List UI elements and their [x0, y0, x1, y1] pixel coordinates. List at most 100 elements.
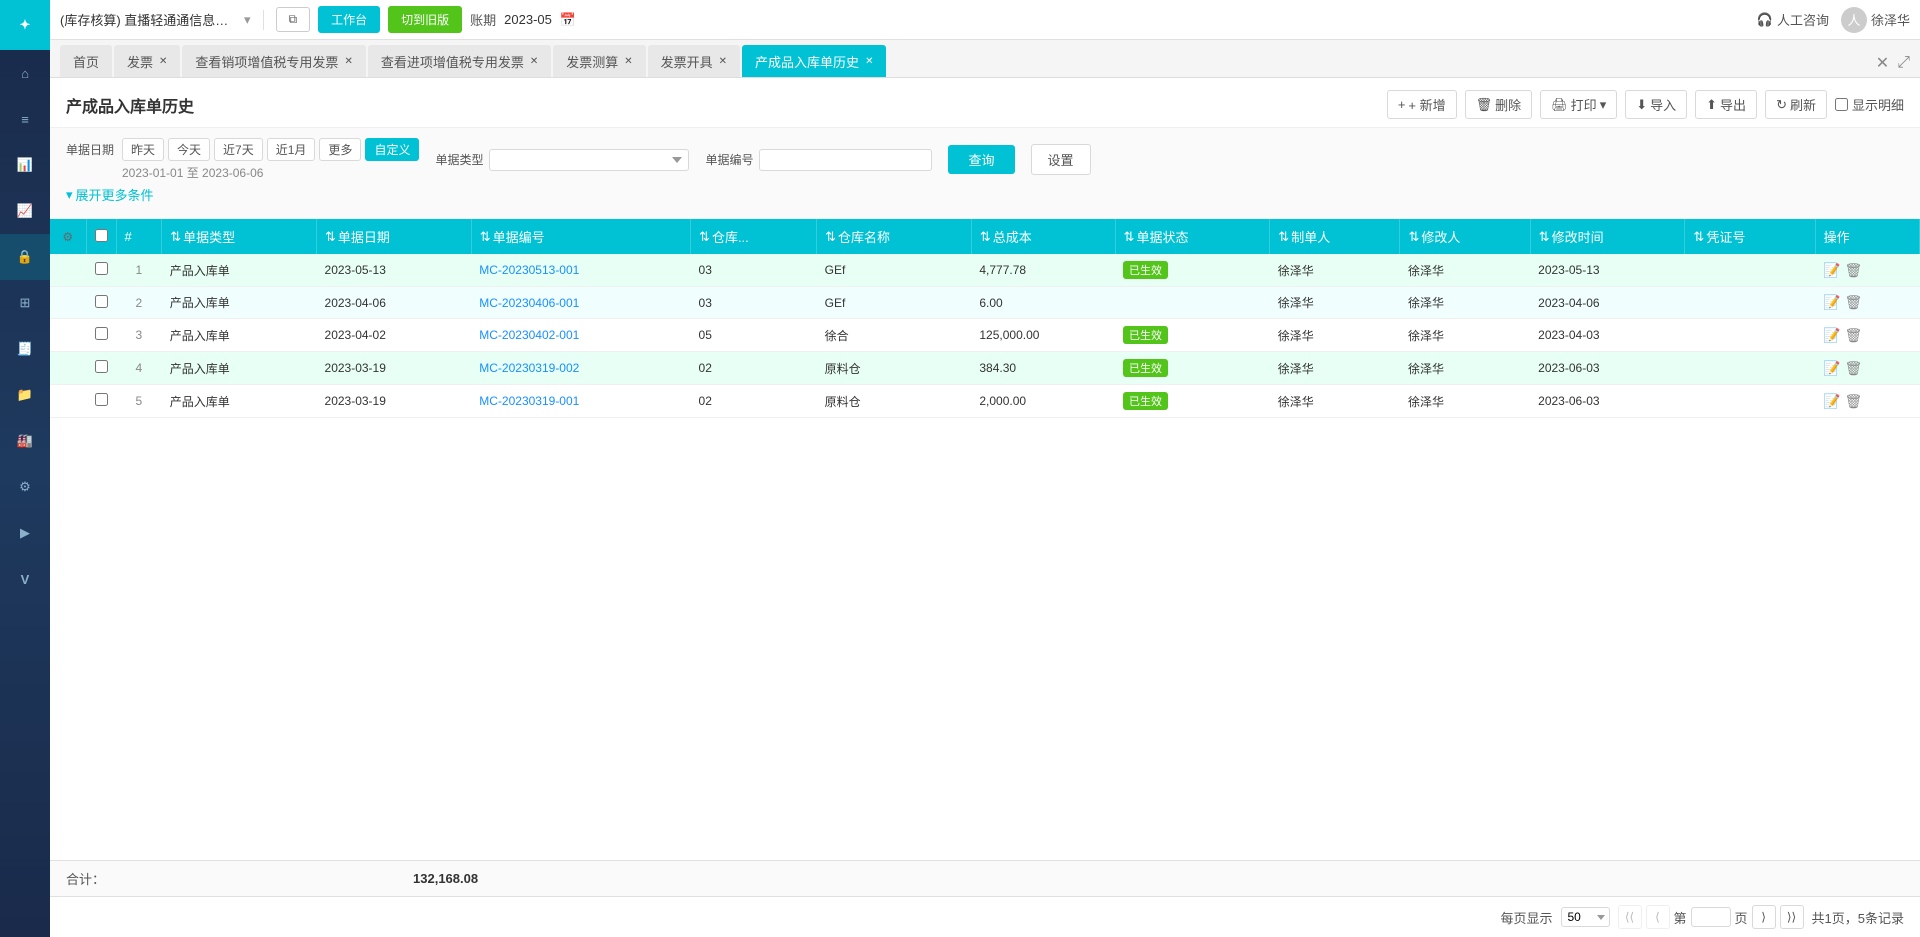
- sidebar-item-chart[interactable]: 📊: [0, 142, 50, 188]
- th-modify-time[interactable]: ⇅修改时间: [1530, 219, 1685, 254]
- tab-sales-invoice-close[interactable]: ✕: [344, 56, 352, 67]
- sidebar-item-play[interactable]: ▶: [0, 510, 50, 556]
- delete-button[interactable]: 🗑 删除: [1465, 90, 1533, 119]
- th-warehouse[interactable]: ⇅仓库...: [691, 219, 817, 254]
- import-button[interactable]: ⬇ 导入: [1625, 90, 1687, 119]
- tab-open[interactable]: 发票开具 ✕: [648, 45, 740, 77]
- th-status[interactable]: ⇅单据状态: [1115, 219, 1270, 254]
- tab-calc-close[interactable]: ✕: [624, 56, 632, 67]
- sidebar-item-grid[interactable]: ⊞: [0, 280, 50, 326]
- show-detail-checkbox[interactable]: [1835, 98, 1848, 111]
- tab-purchase-invoice-close[interactable]: ✕: [530, 56, 538, 67]
- delete-row-icon[interactable]: 🗑: [1845, 262, 1863, 279]
- delete-row-icon[interactable]: 🗑: [1845, 360, 1863, 377]
- expand-filter-btn[interactable]: ▾ 展开更多条件: [66, 181, 1904, 208]
- refresh-button[interactable]: ↻ 刷新: [1765, 90, 1827, 119]
- 1month-btn[interactable]: 近1月: [267, 138, 316, 161]
- export-button[interactable]: ⬆ 导出: [1695, 90, 1757, 119]
- th-code[interactable]: ⇅单据编号: [471, 219, 690, 254]
- delete-row-icon[interactable]: 🗑: [1845, 327, 1863, 344]
- sidebar-item-home[interactable]: ⌂: [0, 50, 50, 96]
- row-code[interactable]: MC-20230319-002: [471, 352, 690, 385]
- tab-calc[interactable]: 发票测算 ✕: [553, 45, 645, 77]
- edit-icon[interactable]: 📝: [1823, 262, 1840, 279]
- row-num: 3: [116, 319, 162, 352]
- delete-row-icon[interactable]: 🗑: [1845, 393, 1863, 410]
- row-code[interactable]: MC-20230319-001: [471, 385, 690, 418]
- row-checkbox[interactable]: [86, 254, 116, 287]
- app-logo[interactable]: ✦: [0, 0, 50, 50]
- export-icon: ⬆: [1706, 97, 1717, 113]
- sidebar-item-analytics[interactable]: 📈: [0, 188, 50, 234]
- row-modify-time: 2023-06-03: [1530, 385, 1685, 418]
- edit-icon[interactable]: 📝: [1823, 327, 1840, 344]
- query-button[interactable]: 查询: [948, 145, 1014, 174]
- today-btn[interactable]: 今天: [168, 138, 210, 161]
- 7days-btn[interactable]: 近7天: [214, 138, 263, 161]
- delete-row-icon[interactable]: 🗑: [1845, 294, 1863, 311]
- tab-home[interactable]: 首页: [60, 45, 112, 77]
- th-date[interactable]: ⇅单据日期: [317, 219, 472, 254]
- th-warehouse-name[interactable]: ⇅仓库名称: [817, 219, 972, 254]
- row-code[interactable]: MC-20230513-001: [471, 254, 690, 287]
- th-voucher[interactable]: ⇅凭证号: [1685, 219, 1815, 254]
- tab-invoice[interactable]: 发票 ✕: [114, 45, 180, 77]
- workbench-button[interactable]: 工作台: [318, 6, 380, 33]
- edit-icon[interactable]: 📝: [1823, 393, 1840, 410]
- th-settings[interactable]: ⚙: [50, 219, 86, 254]
- ai-consult[interactable]: 🎧 人工咨询: [1757, 10, 1829, 29]
- th-modifier[interactable]: ⇅修改人: [1400, 219, 1530, 254]
- sidebar-item-v[interactable]: V: [0, 556, 50, 602]
- tab-product-warehouse[interactable]: 产成品入库单历史 ✕: [742, 45, 886, 77]
- more-btn[interactable]: 更多: [319, 138, 361, 161]
- new-button[interactable]: + + 新增: [1387, 90, 1457, 119]
- per-page-select[interactable]: 50 10 20 100: [1561, 907, 1610, 927]
- row-checkbox[interactable]: [86, 385, 116, 418]
- th-creator[interactable]: ⇅制单人: [1270, 219, 1400, 254]
- show-detail-toggle[interactable]: 显示明细: [1835, 95, 1904, 114]
- th-checkbox[interactable]: [86, 219, 116, 254]
- yesterday-btn[interactable]: 昨天: [122, 138, 164, 161]
- sidebar-item-lock[interactable]: 🔒: [0, 234, 50, 280]
- tab-product-warehouse-close[interactable]: ✕: [865, 56, 873, 67]
- custom-btn[interactable]: 自定义: [365, 138, 419, 161]
- calendar-icon[interactable]: 📅: [560, 12, 576, 28]
- switch-old-button[interactable]: 切到旧版: [388, 6, 462, 33]
- tab-purchase-invoice[interactable]: 查看进项增值税专用发票 ✕: [368, 45, 551, 77]
- type-select[interactable]: 产品入库单: [489, 149, 689, 171]
- num-input[interactable]: [759, 149, 932, 171]
- edit-icon[interactable]: 📝: [1823, 294, 1840, 311]
- print-button[interactable]: 🖨 打印 ▾: [1540, 90, 1617, 119]
- tab-invoice-close[interactable]: ✕: [159, 56, 167, 67]
- first-page-btn[interactable]: ⟨⟨: [1618, 905, 1642, 929]
- row-ops: 📝 🗑: [1815, 319, 1919, 352]
- tab-close-all-icon[interactable]: ✕: [1876, 53, 1889, 73]
- th-total-cost[interactable]: ⇅总成本: [971, 219, 1115, 254]
- user-profile[interactable]: 人 徐泽华: [1841, 7, 1910, 33]
- row-checkbox[interactable]: [86, 319, 116, 352]
- last-page-btn[interactable]: ⟩⟩: [1780, 905, 1804, 929]
- company-selector[interactable]: (库存核算) 直播轻通通信息技术股份... ▾: [60, 10, 251, 29]
- tab-open-close[interactable]: ✕: [719, 56, 727, 67]
- row-code[interactable]: MC-20230402-001: [471, 319, 690, 352]
- sidebar-item-invoice[interactable]: 🧾: [0, 326, 50, 372]
- row-num: 1: [116, 254, 162, 287]
- prev-page-btn[interactable]: ⟨: [1646, 905, 1670, 929]
- row-ops: 📝 🗑: [1815, 385, 1919, 418]
- sidebar-item-folder[interactable]: 📁: [0, 372, 50, 418]
- page-input[interactable]: 1: [1691, 907, 1731, 927]
- sidebar-item-settings[interactable]: ⚙: [0, 464, 50, 510]
- row-checkbox[interactable]: [86, 352, 116, 385]
- set-button[interactable]: 设置: [1031, 144, 1091, 175]
- select-all-checkbox[interactable]: [95, 229, 108, 242]
- th-type[interactable]: ⇅单据类型: [162, 219, 317, 254]
- row-checkbox[interactable]: [86, 287, 116, 319]
- tab-sales-invoice[interactable]: 查看销项增值税专用发票 ✕: [182, 45, 365, 77]
- edit-icon[interactable]: 📝: [1823, 360, 1840, 377]
- copy-button[interactable]: ⧉: [276, 7, 311, 32]
- sidebar-item-warehouse[interactable]: 🏭: [0, 418, 50, 464]
- row-code[interactable]: MC-20230406-001: [471, 287, 690, 319]
- tab-expand-icon[interactable]: ⤢: [1897, 54, 1910, 72]
- sidebar-item-document[interactable]: ≡: [0, 96, 50, 142]
- next-page-btn[interactable]: ⟩: [1752, 905, 1776, 929]
